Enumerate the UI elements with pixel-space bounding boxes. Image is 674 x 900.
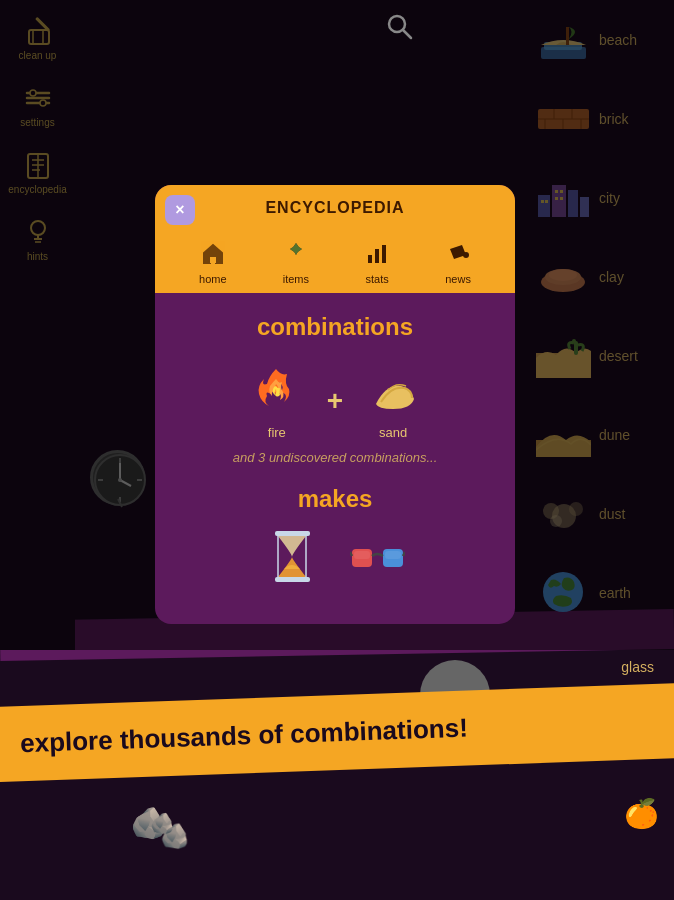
nav-home-label: home	[199, 273, 227, 285]
svg-line-73	[403, 552, 405, 556]
makes-sunglasses	[350, 529, 405, 584]
nav-news-label: news	[445, 273, 471, 285]
fire-label: fire	[268, 425, 286, 440]
news-icon	[446, 241, 470, 271]
modal-title: ENCYCLOPEDIA	[171, 199, 499, 227]
glass-label: glass	[621, 659, 654, 675]
fire-icon	[247, 361, 307, 421]
combo-sand: sand	[363, 361, 423, 440]
makes-row	[171, 529, 499, 584]
stats-icon	[365, 241, 389, 271]
modal-header: × ENCYCLOPEDIA home it	[155, 185, 515, 293]
search-button[interactable]	[385, 12, 415, 46]
sand-icon	[363, 361, 423, 421]
svg-point-65	[463, 252, 469, 258]
svg-rect-74	[354, 551, 370, 559]
home-icon	[201, 241, 225, 271]
modal-nav: home items	[171, 227, 499, 293]
svg-rect-62	[368, 255, 372, 263]
svg-rect-75	[385, 551, 401, 559]
nav-home[interactable]: home	[183, 235, 243, 293]
makes-hourglass	[265, 529, 320, 584]
sand-label: sand	[379, 425, 407, 440]
plus-sign: +	[327, 385, 343, 417]
undiscovered-text: and 3 undiscovered combinations...	[171, 450, 499, 465]
svg-rect-63	[375, 249, 379, 263]
modal-body: combinations fire +	[155, 293, 515, 604]
makes-title: makes	[171, 485, 499, 513]
banner-text: explore thousands of combinations!	[20, 713, 469, 759]
combinations-title: combinations	[171, 313, 499, 341]
rocks3-decoration: 🪨	[150, 811, 175, 835]
svg-rect-64	[382, 245, 386, 263]
svg-rect-67	[275, 577, 310, 582]
nav-items[interactable]: items	[267, 235, 325, 293]
nav-stats-label: stats	[366, 273, 389, 285]
svg-rect-66	[275, 531, 310, 536]
encyclopedia-modal: × ENCYCLOPEDIA home it	[155, 185, 515, 624]
nav-news[interactable]: news	[429, 235, 487, 293]
svg-line-72	[350, 552, 352, 556]
fruit-decoration: 🍊	[624, 797, 659, 830]
nav-items-label: items	[283, 273, 309, 285]
sunglasses-icon	[350, 529, 405, 584]
combo-fire: fire	[247, 361, 307, 440]
svg-rect-61	[210, 257, 216, 263]
nav-stats[interactable]: stats	[349, 235, 405, 293]
modal-close-button[interactable]: ×	[165, 195, 195, 225]
items-icon	[284, 241, 308, 271]
svg-line-19	[403, 30, 411, 38]
hourglass-icon	[265, 529, 320, 584]
combination-row: fire + sand	[171, 361, 499, 440]
